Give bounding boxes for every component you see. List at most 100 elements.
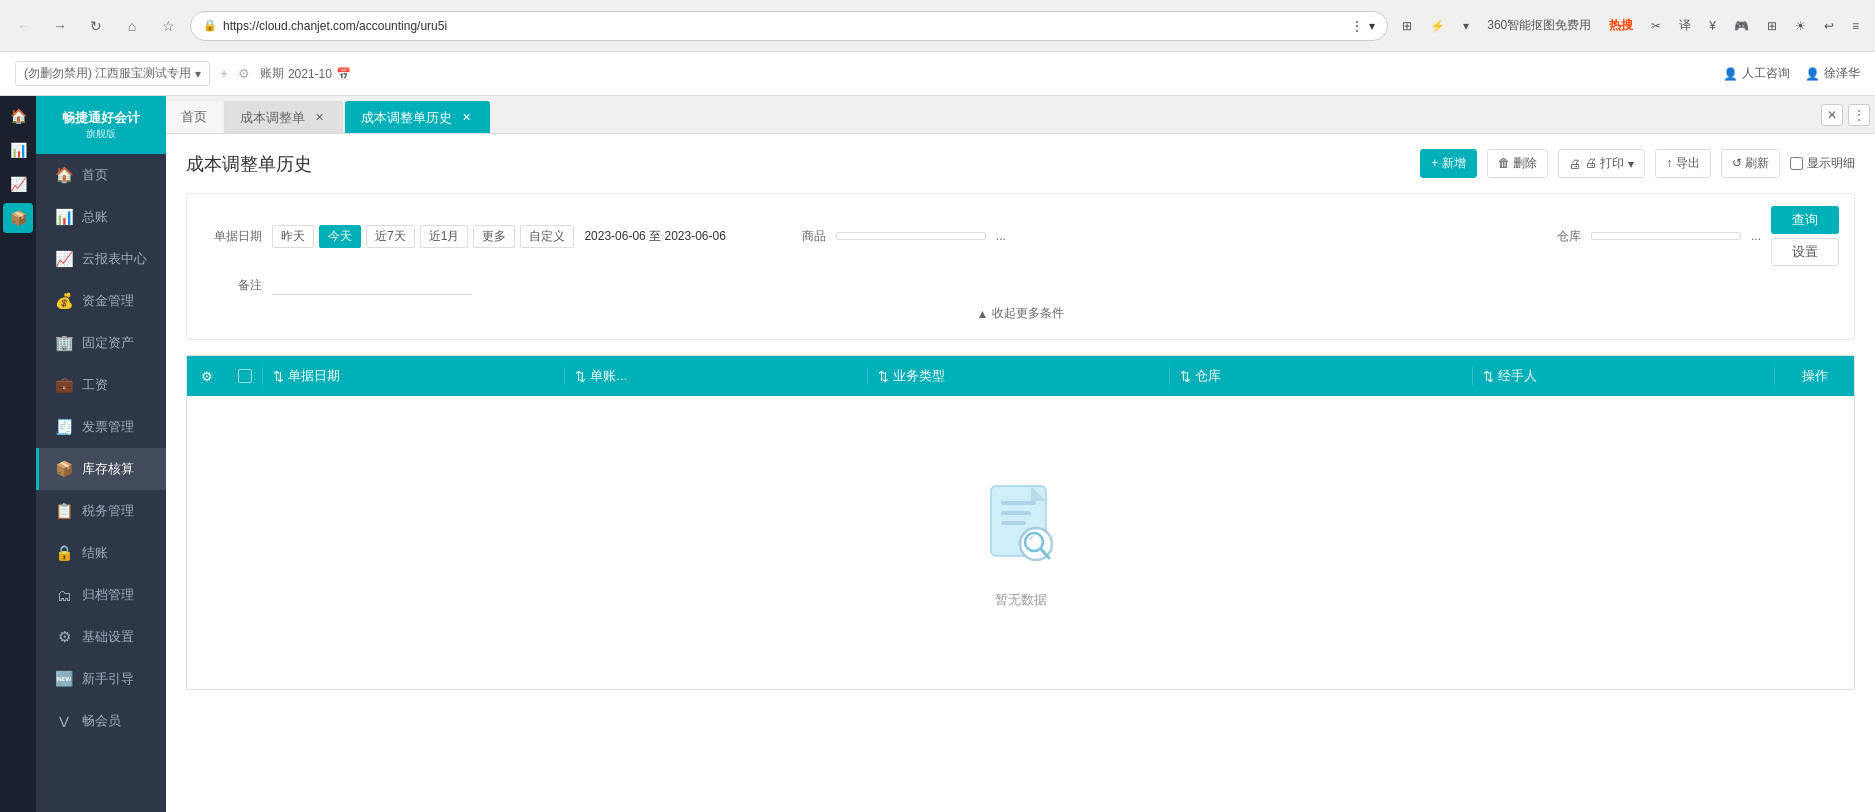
today-btn[interactable]: 今天 [319,225,361,248]
more-btn[interactable]: 更多 [473,225,515,248]
goods-select[interactable] [836,232,986,240]
th-number[interactable]: ⇅ 单账... [564,367,866,385]
action-buttons: 查询 设置 [1771,206,1839,266]
add-company-icon[interactable]: + [220,66,228,81]
svg-rect-2 [1001,511,1031,515]
settings-gear-icon[interactable]: ⚙ [238,66,250,81]
forward-button[interactable]: → [46,12,74,40]
tab-bar-right: ✕ ⋮ [1821,96,1875,134]
1month-btn[interactable]: 近1月 [420,225,469,248]
table-header: ⚙ ⇅ 单据日期 ⇅ 单账... ⇅ [187,356,1854,396]
sidebar-item-invoice[interactable]: 🧾 发票管理 [36,406,166,448]
th-operator-label: 经手人 [1498,367,1537,385]
sidebar-item-closing[interactable]: 🔒 结账 [36,532,166,574]
browser-more-icon[interactable]: ≡ [1846,16,1865,36]
logo-text: 畅捷通好会计 [62,109,140,127]
sidebar-label-inventory: 库存核算 [82,460,134,478]
reload-button[interactable]: ↻ [82,12,110,40]
th-biz-type[interactable]: ⇅ 业务类型 [867,367,1169,385]
search-360-label[interactable]: 360智能抠图免费用 [1481,14,1597,37]
translate-icon[interactable]: 译 [1673,14,1697,37]
remark-input[interactable] [272,276,472,295]
sidebar-item-tax[interactable]: 📋 税务管理 [36,490,166,532]
sidebar-item-home[interactable]: 🏠 首页 [36,154,166,196]
table-settings-icon[interactable]: ⚙ [187,369,227,384]
money-icon[interactable]: ¥ [1703,16,1722,36]
content-area: 首页 成本调整单 ✕ 成本调整单历史 ✕ ✕ ⋮ 成 [166,96,1875,812]
th-date[interactable]: ⇅ 单据日期 [262,367,564,385]
tab-settings-btn[interactable]: ⋮ [1848,104,1870,126]
tab-cost-adjust-history-close[interactable]: ✕ [458,110,474,126]
sidebar-item-settings[interactable]: ⚙ 基础设置 [36,616,166,658]
scissors-icon[interactable]: ✂ [1645,16,1667,36]
svg-rect-3 [1001,521,1026,525]
bookmark-button[interactable]: ☆ [154,12,182,40]
icon-bar-home[interactable]: 🏠 [3,101,33,131]
sidebar-label-reports: 云报表中心 [82,250,147,268]
empty-icon [971,476,1071,576]
select-all-checkbox[interactable] [238,369,252,383]
th-biz-sort-icon: ⇅ [878,369,889,384]
sidebar-item-salary[interactable]: 💼 工资 [36,364,166,406]
address-bar[interactable]: 🔒 https://cloud.chanjet.com/accounting/u… [190,11,1388,41]
period-calendar-icon[interactable]: 📅 [336,67,351,81]
company-dropdown-icon: ▾ [195,67,201,81]
th-warehouse[interactable]: ⇅ 仓库 [1169,367,1471,385]
icon-bar: 🏠 📊 📈 📦 [0,96,36,812]
tab-cost-adjust[interactable]: 成本调整单 ✕ [224,101,343,133]
service-icon: 👤 [1723,67,1738,81]
th-operator[interactable]: ⇅ 经手人 [1472,367,1774,385]
tab-cost-adjust-close[interactable]: ✕ [311,110,327,126]
sidebar-item-inventory[interactable]: 📦 库存核算 [36,448,166,490]
print-dropdown-icon: ▾ [1628,157,1634,171]
sidebar-label-ledger: 总账 [82,208,108,226]
period-info: 账期 2021-10 📅 [260,65,351,82]
yesterday-btn[interactable]: 昨天 [272,225,314,248]
game-icon[interactable]: 🎮 [1728,16,1755,36]
sun-icon[interactable]: ☀ [1789,16,1812,36]
lightning-icon[interactable]: ⚡ [1424,16,1451,36]
sidebar-item-archive[interactable]: 🗂 归档管理 [36,574,166,616]
sidebar-item-ledger[interactable]: 📊 总账 [36,196,166,238]
query-btn[interactable]: 查询 [1771,206,1839,234]
back-button[interactable]: ← [10,12,38,40]
7days-btn[interactable]: 近7天 [366,225,415,248]
sidebar-item-member[interactable]: V 畅会员 [36,700,166,742]
table-container: ⚙ ⇅ 单据日期 ⇅ 单账... ⇅ [186,355,1855,690]
sidebar-item-fixed[interactable]: 🏢 固定资产 [36,322,166,364]
app-header: (勿删勿禁用) 江西服宝测试专用 ▾ + ⚙ 账期 2021-10 📅 👤 人工… [0,52,1875,96]
new-btn[interactable]: + 新增 [1420,149,1476,178]
icon-bar-active[interactable]: 📦 [3,203,33,233]
warehouse-more[interactable]: ... [1751,229,1761,243]
grid-icon[interactable]: ⊞ [1761,16,1783,36]
refresh-btn[interactable]: ↺ 刷新 [1721,149,1780,178]
undo-icon[interactable]: ↩ [1818,16,1840,36]
user-profile[interactable]: 👤 徐泽华 [1805,65,1860,82]
filter-settings-btn[interactable]: 设置 [1771,238,1839,266]
print-icon: 🖨 [1569,157,1581,171]
hot-search-label[interactable]: 热搜 [1603,14,1639,37]
customer-service-btn[interactable]: 👤 人工咨询 [1723,65,1790,82]
warehouse-select[interactable] [1591,232,1741,240]
print-btn[interactable]: 🖨 🖨 打印 ▾ [1558,149,1645,178]
display-detail-checkbox[interactable] [1790,157,1803,170]
goods-more[interactable]: ... [996,229,1006,243]
delete-btn[interactable]: 🗑 删除 [1487,149,1548,178]
custom-btn[interactable]: 自定义 [520,225,574,248]
icon-bar-reports[interactable]: 📈 [3,169,33,199]
extensions-icon[interactable]: ⊞ [1396,16,1418,36]
sidebar-item-guide[interactable]: 🆕 新手引导 [36,658,166,700]
sidebar-item-reports[interactable]: 📈 云报表中心 [36,238,166,280]
close-all-tabs-btn[interactable]: ✕ [1821,104,1843,126]
table-select-all[interactable] [227,369,262,383]
icon-bar-ledger[interactable]: 📊 [3,135,33,165]
home-button[interactable]: ⌂ [118,12,146,40]
browser-menu-dropdown[interactable]: ▾ [1457,16,1475,36]
member-icon: V [54,713,74,730]
company-selector[interactable]: (勿删勿禁用) 江西服宝测试专用 ▾ [15,61,210,86]
export-btn[interactable]: ↑ 导出 [1655,149,1710,178]
tab-home[interactable]: 首页 [166,101,222,133]
tab-cost-adjust-history[interactable]: 成本调整单历史 ✕ [345,101,490,133]
sidebar-item-funds[interactable]: 💰 资金管理 [36,280,166,322]
collapse-btn[interactable]: ▲ 收起更多条件 [202,305,1839,322]
